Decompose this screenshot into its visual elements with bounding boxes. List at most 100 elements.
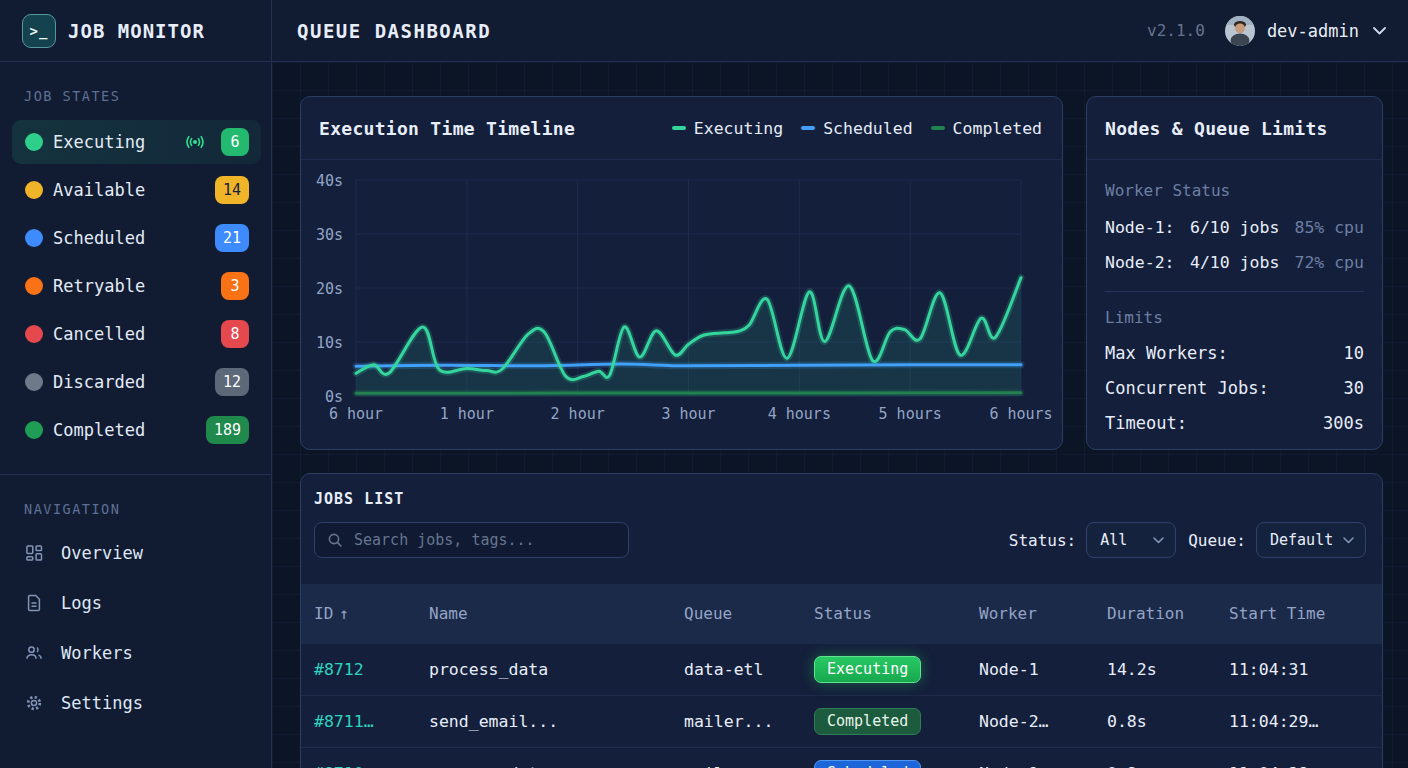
worker-row: Node-1: 6/10 jobs 85% cpu — [1105, 218, 1364, 237]
chevron-down-icon[interactable] — [1373, 27, 1386, 35]
logo-glyph: >_ — [30, 23, 49, 39]
column-header[interactable]: Queue — [684, 604, 814, 623]
sidebar-divider — [0, 474, 271, 475]
job-id-link[interactable]: #8710 — [314, 764, 429, 768]
username[interactable]: dev-admin — [1267, 21, 1359, 41]
legend-dash-icon — [672, 126, 686, 130]
column-header[interactable]: Start Time — [1229, 604, 1382, 623]
table-row[interactable]: #8710 process_data mailer Scheduled Node… — [301, 747, 1382, 768]
column-header[interactable]: ID↑ — [314, 604, 429, 623]
state-dot-icon — [25, 133, 43, 151]
sidebar-state-item[interactable]: Scheduled 21 — [12, 216, 261, 260]
job-queue: mailer — [684, 764, 814, 768]
column-header[interactable]: Status — [814, 604, 979, 623]
jobs-list-card: JOBS LIST Status: All Queue: — [300, 473, 1383, 768]
search-input[interactable] — [314, 522, 629, 558]
job-name: send_email... — [429, 712, 684, 731]
column-header[interactable]: Worker — [979, 604, 1107, 623]
svg-text:2 hour: 2 hour — [551, 405, 605, 423]
table-row[interactable]: #8712 process_data data-etl Executing No… — [301, 643, 1382, 695]
nav-label: Settings — [61, 693, 143, 713]
state-count-badge: 6 — [221, 128, 249, 156]
card-divider — [1105, 291, 1364, 292]
status-filter-label: Status: — [1009, 531, 1076, 550]
page-title: QUEUE DASHBOARD — [297, 20, 491, 42]
chevron-down-icon — [1153, 537, 1164, 544]
job-duration: 0.8s — [1107, 764, 1229, 768]
svg-text:10s: 10s — [316, 334, 343, 352]
limits-list: Max Workers: 10 Concurrent Jobs: 30 Time… — [1105, 343, 1364, 433]
worker-status-list: Node-1: 6/10 jobs 85% cpu Node-2: 4/10 j… — [1105, 218, 1364, 272]
column-header[interactable]: Duration — [1107, 604, 1229, 623]
svg-text:1 hour: 1 hour — [440, 405, 494, 423]
svg-text:20s: 20s — [316, 280, 343, 298]
limits-heading: Limits — [1105, 308, 1364, 327]
state-label: Executing — [53, 132, 173, 152]
main-content: Execution Time Timeline Executing Schedu… — [272, 62, 1408, 768]
chart-legend: Executing Scheduled Completed — [672, 119, 1042, 138]
app-title: JOB MONITOR — [68, 20, 205, 42]
state-dot-icon — [25, 421, 43, 439]
state-dot-icon — [25, 181, 43, 199]
nav-label: Workers — [61, 643, 133, 663]
state-dot-icon — [25, 325, 43, 343]
svg-text:6 hours: 6 hours — [989, 405, 1052, 423]
column-header[interactable]: Name — [429, 604, 684, 623]
state-label: Completed — [53, 420, 196, 440]
legend-item: Executing — [672, 119, 783, 138]
sidebar-state-item[interactable]: Discarded 12 — [12, 360, 261, 404]
job-id-link[interactable]: #8712 — [314, 660, 429, 679]
status-filter-select[interactable]: All — [1086, 522, 1176, 558]
legend-dash-icon — [801, 126, 815, 130]
terminal-logo-icon: >_ — [22, 14, 56, 48]
jobs-list-heading: JOBS LIST — [314, 474, 1366, 508]
sort-arrow: ↑ — [339, 604, 349, 623]
version-label: v2.1.0 — [1147, 21, 1205, 40]
svg-text:4 hours: 4 hours — [768, 405, 831, 423]
sidebar: JOB STATES Executing 6 Available 14 — [0, 62, 272, 768]
sidebar-item-overview[interactable]: Overview — [0, 533, 271, 573]
brand: >_ JOB MONITOR — [0, 0, 272, 62]
job-start-time: 11:04:29 — [1229, 764, 1382, 768]
svg-text:40s: 40s — [316, 172, 343, 190]
avatar[interactable] — [1225, 16, 1255, 46]
gear-icon — [24, 693, 44, 713]
status-badge: Executing — [814, 656, 921, 683]
status-badge: Scheduled — [814, 760, 921, 768]
users-icon — [24, 643, 44, 663]
job-name: process_data — [429, 764, 684, 768]
nodes-card-title: Nodes & Queue Limits — [1105, 118, 1328, 139]
job-worker: Node-2… — [979, 712, 1107, 731]
sidebar-state-item[interactable]: Executing 6 — [12, 120, 261, 164]
state-dot-icon — [25, 373, 43, 391]
queue-filter-select[interactable]: Default — [1256, 522, 1366, 558]
navigation-heading: NAVIGATION — [0, 501, 271, 517]
limit-row: Max Workers: 10 — [1105, 343, 1364, 363]
nav-label: Logs — [61, 593, 102, 613]
job-start-time: 11:04:31 — [1229, 660, 1382, 679]
topbar-right: v2.1.0 dev-admin — [1147, 16, 1386, 46]
job-name: process_data — [429, 660, 684, 679]
jobs-table-body: #8712 process_data data-etl Executing No… — [301, 643, 1382, 768]
sidebar-state-item[interactable]: Cancelled 8 — [12, 312, 261, 356]
state-count-badge: 189 — [206, 416, 249, 444]
chart-title: Execution Time Timeline — [319, 118, 575, 139]
worker-status-heading: Worker Status — [1105, 181, 1364, 200]
navigation: Overview Logs Workers Settings — [0, 533, 271, 733]
live-signal-icon — [183, 134, 207, 150]
limit-row: Concurrent Jobs: 30 — [1105, 378, 1364, 398]
job-queue: mailer... — [684, 712, 814, 731]
sidebar-state-item[interactable]: Retryable 3 — [12, 264, 261, 308]
sidebar-state-item[interactable]: Available 14 — [12, 168, 261, 212]
limit-row: Timeout: 300s — [1105, 413, 1364, 433]
sidebar-item-settings[interactable]: Settings — [0, 683, 271, 723]
state-count-badge: 21 — [215, 224, 249, 252]
table-row[interactable]: #8711… send_email... mailer... Completed… — [301, 695, 1382, 747]
state-label: Retryable — [53, 276, 211, 296]
sidebar-state-item[interactable]: Completed 189 — [12, 408, 261, 452]
sidebar-item-logs[interactable]: Logs — [0, 583, 271, 623]
state-count-badge: 3 — [221, 272, 249, 300]
sidebar-item-workers[interactable]: Workers — [0, 633, 271, 673]
job-states-list: Executing 6 Available 14 Scheduled — [12, 120, 261, 452]
job-id-link[interactable]: #8711… — [314, 712, 429, 731]
